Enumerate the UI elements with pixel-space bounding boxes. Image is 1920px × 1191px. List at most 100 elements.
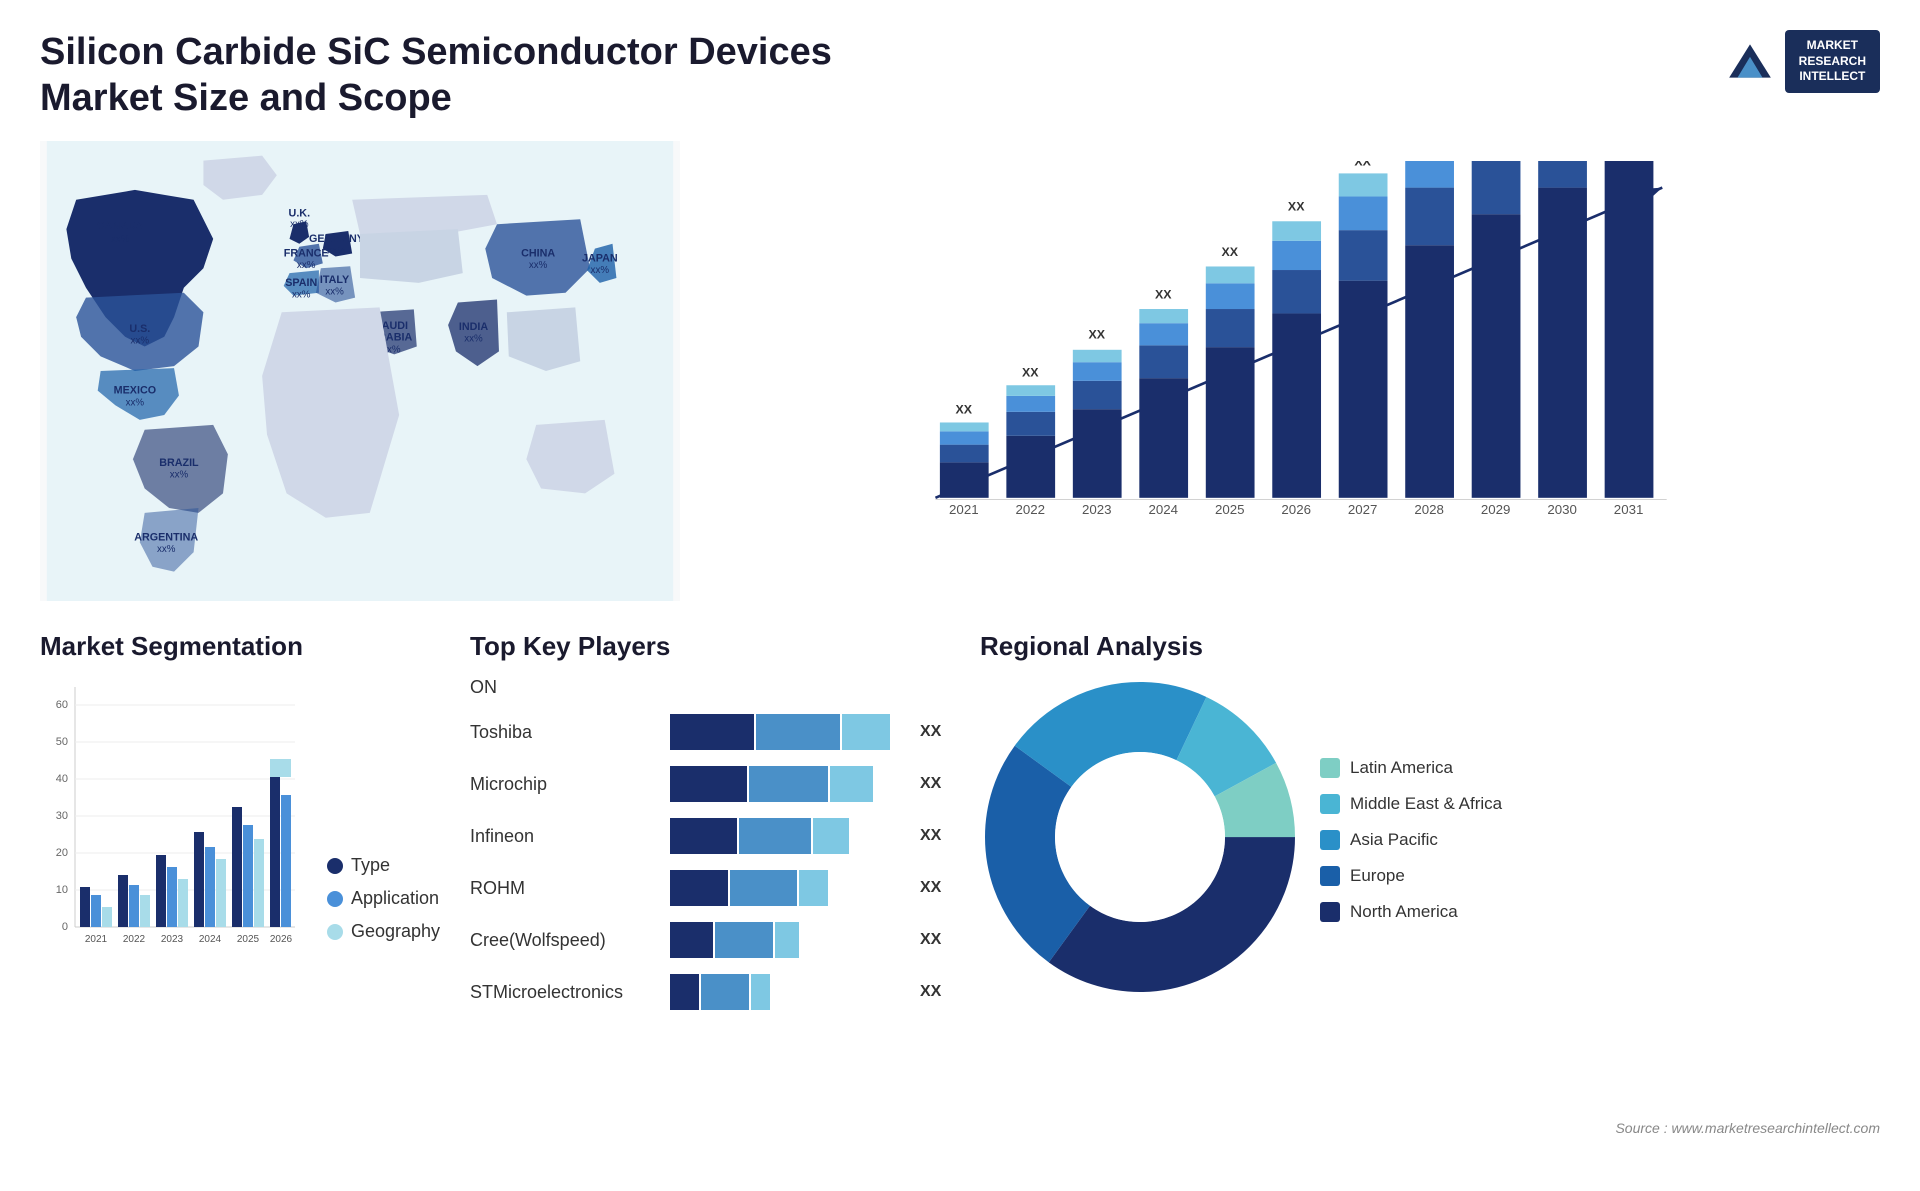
svg-text:XX: XX bbox=[956, 403, 973, 417]
player-bar-rohm bbox=[670, 870, 910, 906]
canada-label: CANADA bbox=[97, 220, 144, 232]
italy-label: ITALY bbox=[320, 274, 349, 286]
bar-seg3-microchip bbox=[830, 766, 873, 802]
legend-label-asia-pacific: Asia Pacific bbox=[1350, 830, 1438, 850]
regional-title: Regional Analysis bbox=[980, 631, 1880, 662]
legend-label-type: Type bbox=[351, 855, 390, 876]
player-row-st: STMicroelectronics XX bbox=[470, 974, 950, 1010]
argentina-pct: xx% bbox=[157, 544, 176, 555]
svg-text:2025: 2025 bbox=[1215, 502, 1245, 517]
svg-text:40: 40 bbox=[56, 773, 68, 785]
legend-color-europe bbox=[1320, 866, 1340, 886]
player-row-cree: Cree(Wolfspeed) XX bbox=[470, 922, 950, 958]
player-name-cree: Cree(Wolfspeed) bbox=[470, 930, 660, 951]
legend-item-middle-east: Middle East & Africa bbox=[1320, 794, 1502, 814]
svg-text:2026: 2026 bbox=[1281, 502, 1311, 517]
france-label: FRANCE bbox=[284, 248, 329, 260]
svg-text:XX: XX bbox=[1221, 245, 1238, 259]
svg-text:2025: 2025 bbox=[237, 934, 260, 945]
legend-dot-application bbox=[327, 891, 343, 907]
svg-text:XX: XX bbox=[1155, 288, 1172, 302]
us-pct: xx% bbox=[131, 336, 150, 347]
segmentation-svg: 0 10 20 30 40 50 60 bbox=[40, 677, 300, 977]
spain-pct: xx% bbox=[292, 290, 311, 301]
legend-dot-geography bbox=[327, 924, 343, 940]
player-row-infineon: Infineon XX bbox=[470, 818, 950, 854]
svg-text:2027: 2027 bbox=[1348, 502, 1378, 517]
mexico-label: MEXICO bbox=[114, 385, 156, 397]
svg-text:2022: 2022 bbox=[1016, 502, 1046, 517]
bar-seg1-st bbox=[670, 974, 699, 1010]
bar-seg2-microchip bbox=[749, 766, 828, 802]
players-title: Top Key Players bbox=[470, 631, 950, 662]
svg-text:XX: XX bbox=[1022, 366, 1039, 380]
canada-pct: xx% bbox=[111, 234, 130, 245]
donut-svg bbox=[980, 677, 1300, 997]
segmentation-legend: Type Application Geography bbox=[327, 855, 440, 982]
player-bar-toshiba bbox=[670, 714, 910, 750]
segmentation-chart-area: 0 10 20 30 40 50 60 bbox=[40, 677, 440, 982]
player-row-rohm: ROHM XX bbox=[470, 870, 950, 906]
legend-item-type: Type bbox=[327, 855, 440, 876]
legend-color-latin-america bbox=[1320, 758, 1340, 778]
svg-text:2024: 2024 bbox=[199, 934, 222, 945]
bar-seg3-rohm bbox=[799, 870, 828, 906]
content-top: CANADA xx% U.S. xx% MEXICO xx% BRAZIL xx… bbox=[0, 131, 1920, 611]
player-xx-rohm: XX bbox=[920, 879, 950, 897]
svg-text:30: 30 bbox=[56, 810, 68, 822]
svg-text:2024: 2024 bbox=[1148, 502, 1178, 517]
player-row-microchip: Microchip XX bbox=[470, 766, 950, 802]
legend-item-europe: Europe bbox=[1320, 866, 1502, 886]
legend-label-application: Application bbox=[351, 888, 439, 909]
bar-seg2-infineon bbox=[739, 818, 811, 854]
germany-label: GERMANY bbox=[309, 233, 364, 245]
players-section: Top Key Players ON Toshiba XX Microchip bbox=[470, 631, 950, 1171]
content-bottom: Market Segmentation 0 10 20 30 40 50 60 bbox=[0, 611, 1920, 1191]
bar-seg2-rohm bbox=[730, 870, 797, 906]
legend-dot-type bbox=[327, 858, 343, 874]
player-name-infineon: Infineon bbox=[470, 826, 660, 847]
legend-label-latin-america: Latin America bbox=[1350, 758, 1453, 778]
svg-text:2029: 2029 bbox=[1481, 502, 1511, 517]
player-xx-infineon: XX bbox=[920, 827, 950, 845]
bar-chart-svg: XX 2021 XX 2022 XX 2023 XX 2024 bbox=[720, 161, 1860, 551]
legend-item-application: Application bbox=[327, 888, 440, 909]
player-name-toshiba: Toshiba bbox=[470, 722, 660, 743]
source-text: Source : www.marketresearchintellect.com bbox=[1615, 1120, 1880, 1136]
logo-icon bbox=[1725, 36, 1775, 86]
bar-seg1-infineon bbox=[670, 818, 737, 854]
france-pct: xx% bbox=[297, 260, 316, 271]
italy-pct: xx% bbox=[325, 287, 344, 298]
player-row-on: ON bbox=[470, 677, 950, 698]
legend-label-middle-east: Middle East & Africa bbox=[1350, 794, 1502, 814]
japan-label: JAPAN bbox=[582, 253, 618, 265]
svg-text:0: 0 bbox=[62, 921, 68, 933]
svg-text:2021: 2021 bbox=[85, 934, 108, 945]
legend-item-geography: Geography bbox=[327, 921, 440, 942]
uk-label: U.K. bbox=[289, 208, 311, 220]
svg-text:XX: XX bbox=[1288, 200, 1305, 214]
player-bar-microchip bbox=[670, 766, 910, 802]
legend-item-latin-america: Latin America bbox=[1320, 758, 1502, 778]
uk-pct: xx% bbox=[290, 219, 309, 230]
player-name-rohm: ROHM bbox=[470, 878, 660, 899]
china-label: CHINA bbox=[521, 248, 555, 260]
legend-color-asia-pacific bbox=[1320, 830, 1340, 850]
brazil-label: BRAZIL bbox=[159, 457, 199, 469]
player-name-microchip: Microchip bbox=[470, 774, 660, 795]
japan-pct: xx% bbox=[591, 265, 610, 276]
regional-section: Regional Analysis bbox=[980, 631, 1880, 1171]
svg-text:XX: XX bbox=[1089, 327, 1106, 341]
page-title: Silicon Carbide SiC Semiconductor Device… bbox=[40, 30, 840, 121]
bar-seg1-cree bbox=[670, 922, 713, 958]
bar-seg2-cree bbox=[715, 922, 773, 958]
bar-seg1-microchip bbox=[670, 766, 747, 802]
segmentation-section: Market Segmentation 0 10 20 30 40 50 60 bbox=[40, 631, 440, 1171]
donut-chart bbox=[980, 677, 1300, 1002]
svg-text:2023: 2023 bbox=[161, 934, 184, 945]
germany-pct: xx% bbox=[327, 246, 346, 257]
players-list: ON Toshiba XX Microchip bbox=[470, 677, 950, 1010]
argentina-label: ARGENTINA bbox=[134, 532, 198, 544]
svg-text:20: 20 bbox=[56, 847, 68, 859]
svg-text:50: 50 bbox=[56, 736, 68, 748]
